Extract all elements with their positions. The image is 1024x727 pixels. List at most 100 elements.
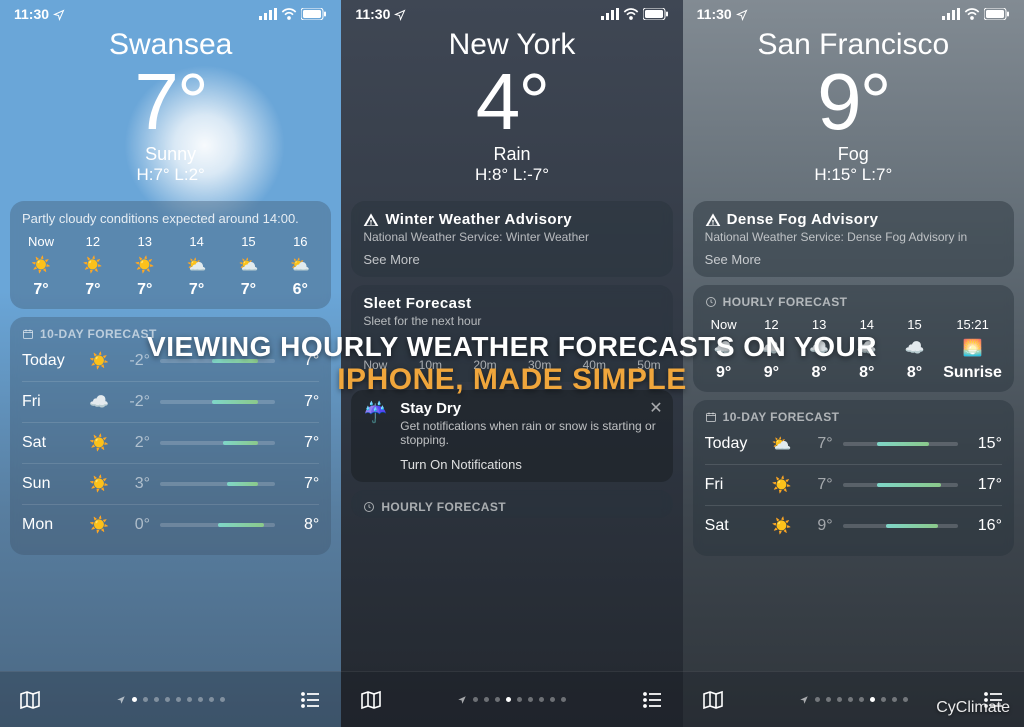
page-dots[interactable] bbox=[799, 695, 908, 705]
signal-icon bbox=[601, 8, 619, 20]
hourly-card[interactable]: Partly cloudy conditions expected around… bbox=[10, 201, 331, 309]
temp-range-bar bbox=[160, 523, 275, 527]
daily-row[interactable]: Mon☀️0°8° bbox=[22, 504, 319, 545]
page-dot[interactable] bbox=[826, 697, 831, 702]
page-dot[interactable] bbox=[187, 697, 192, 702]
page-dot[interactable] bbox=[859, 697, 864, 702]
page-dot[interactable] bbox=[561, 697, 566, 702]
status-time: 11:30 bbox=[697, 6, 732, 22]
weather-icon: 🌅 bbox=[963, 338, 983, 358]
daily-row[interactable]: Today⛅7°15° bbox=[705, 424, 1002, 464]
daily-row[interactable]: Fri☀️7°17° bbox=[705, 464, 1002, 505]
hourly-card[interactable]: HOURLY FORECAST Now☁️9°12☁️9°13☁️8°14☁️8… bbox=[693, 285, 1014, 392]
hour-column[interactable]: 14⛅7° bbox=[178, 234, 216, 299]
warning-icon bbox=[705, 212, 721, 228]
notif-action[interactable]: Turn On Notifications bbox=[400, 457, 660, 472]
sleet-card[interactable]: Sleet Forecast Sleet for the next hour N… bbox=[351, 285, 672, 382]
hour-label: 15:21 bbox=[956, 317, 989, 332]
page-dot[interactable] bbox=[881, 697, 886, 702]
hour-column[interactable]: 14☁️8° bbox=[848, 317, 886, 382]
page-dot[interactable] bbox=[132, 697, 137, 702]
hour-column[interactable]: 12☀️7° bbox=[74, 234, 112, 299]
daily-row[interactable]: Sat☀️9°16° bbox=[705, 505, 1002, 546]
page-dot[interactable] bbox=[870, 697, 875, 702]
hour-label: 14 bbox=[189, 234, 203, 249]
daily-list: Today☀️-2°7°Fri☁️-2°7°Sat☀️2°7°Sun☀️3°7°… bbox=[22, 341, 319, 545]
hour-column[interactable]: Now☀️7° bbox=[22, 234, 60, 299]
page-dot[interactable] bbox=[892, 697, 897, 702]
daily-row[interactable]: Fri☁️-2°7° bbox=[22, 381, 319, 422]
advisory-title: Winter Weather Advisory bbox=[385, 211, 572, 228]
see-more-link[interactable]: See More bbox=[363, 252, 660, 267]
weather-icon: ⛅ bbox=[765, 434, 799, 454]
list-icon[interactable] bbox=[299, 688, 323, 712]
notif-body: Get notifications when rain or snow is s… bbox=[400, 419, 660, 447]
page-dot[interactable] bbox=[495, 697, 500, 702]
condition-label: Fog bbox=[691, 144, 1016, 165]
page-dot[interactable] bbox=[220, 697, 225, 702]
weather-icon: ☁️ bbox=[714, 338, 734, 358]
hourly-row[interactable]: Now☀️7° 12☀️7° 13☀️7° 14⛅7° 15⛅7° 16⛅6° bbox=[22, 234, 319, 299]
page-dot[interactable] bbox=[837, 697, 842, 702]
hourly-card[interactable]: HOURLY FORECAST bbox=[351, 490, 672, 518]
umbrella-icon: ☔ bbox=[363, 400, 388, 425]
advisory-card[interactable]: Winter Weather Advisory National Weather… bbox=[351, 201, 672, 277]
page-dot[interactable] bbox=[506, 697, 511, 702]
battery-icon bbox=[301, 8, 327, 20]
page-dot[interactable] bbox=[154, 697, 159, 702]
page-dot[interactable] bbox=[198, 697, 203, 702]
page-dot[interactable] bbox=[539, 697, 544, 702]
phone-swansea: 11:30 Swansea 7° Sunny H:7° L:2° Partly … bbox=[0, 0, 341, 727]
page-dot[interactable] bbox=[484, 697, 489, 702]
page-dot[interactable] bbox=[176, 697, 181, 702]
hour-column[interactable]: 13☀️7° bbox=[126, 234, 164, 299]
sleet-title: Sleet Forecast bbox=[363, 295, 471, 312]
location-dot-icon[interactable] bbox=[116, 695, 126, 705]
page-dots[interactable] bbox=[116, 695, 225, 705]
daily-row[interactable]: Today☀️-2°7° bbox=[22, 341, 319, 381]
daily-row[interactable]: Sun☀️3°7° bbox=[22, 463, 319, 504]
page-dot[interactable] bbox=[143, 697, 148, 702]
hour-temp: 8° bbox=[811, 364, 826, 382]
see-more-link[interactable]: See More bbox=[705, 252, 1002, 267]
map-icon[interactable] bbox=[701, 688, 725, 712]
page-dot[interactable] bbox=[517, 697, 522, 702]
page-dot[interactable] bbox=[473, 697, 478, 702]
hour-label: 14 bbox=[860, 317, 874, 332]
location-dot-icon[interactable] bbox=[457, 695, 467, 705]
page-dot[interactable] bbox=[165, 697, 170, 702]
location-dot-icon[interactable] bbox=[799, 695, 809, 705]
hour-column[interactable]: 15:21🌅Sunrise bbox=[943, 317, 1002, 382]
notification-card[interactable]: ☔ Stay Dry Get notifications when rain o… bbox=[351, 390, 672, 482]
page-dot[interactable] bbox=[903, 697, 908, 702]
hour-column[interactable]: Now☁️9° bbox=[705, 317, 743, 382]
page-dot[interactable] bbox=[815, 697, 820, 702]
hourly-row[interactable]: Now☁️9°12☁️9°13☁️8°14☁️8°15☁️8°15:21🌅Sun… bbox=[705, 317, 1002, 382]
advisory-title: Dense Fog Advisory bbox=[727, 211, 879, 228]
hour-column[interactable]: 13☁️8° bbox=[800, 317, 838, 382]
close-icon[interactable]: ✕ bbox=[649, 398, 662, 418]
list-icon[interactable] bbox=[641, 688, 665, 712]
condition-label: Sunny bbox=[8, 144, 333, 165]
day-name: Sat bbox=[705, 517, 765, 535]
daily-card[interactable]: 10-DAY FORECAST Today☀️-2°7°Fri☁️-2°7°Sa… bbox=[10, 317, 331, 555]
temp-range-bar bbox=[843, 442, 958, 446]
hour-column[interactable]: 12☁️9° bbox=[752, 317, 790, 382]
map-icon[interactable] bbox=[18, 688, 42, 712]
page-dots[interactable] bbox=[457, 695, 566, 705]
wifi-icon bbox=[623, 8, 639, 20]
hour-column[interactable]: 15⛅7° bbox=[229, 234, 267, 299]
map-icon[interactable] bbox=[359, 688, 383, 712]
page-dot[interactable] bbox=[528, 697, 533, 702]
hour-column[interactable]: 15☁️8° bbox=[896, 317, 934, 382]
day-high: 8° bbox=[285, 516, 319, 534]
page-dot[interactable] bbox=[550, 697, 555, 702]
location-icon bbox=[736, 9, 748, 21]
hour-temp: 7° bbox=[241, 281, 256, 299]
advisory-card[interactable]: Dense Fog Advisory National Weather Serv… bbox=[693, 201, 1014, 277]
daily-card[interactable]: 10-DAY FORECAST Today⛅7°15°Fri☀️7°17°Sat… bbox=[693, 400, 1014, 556]
page-dot[interactable] bbox=[209, 697, 214, 702]
page-dot[interactable] bbox=[848, 697, 853, 702]
daily-row[interactable]: Sat☀️2°7° bbox=[22, 422, 319, 463]
hour-column[interactable]: 16⛅6° bbox=[281, 234, 319, 299]
